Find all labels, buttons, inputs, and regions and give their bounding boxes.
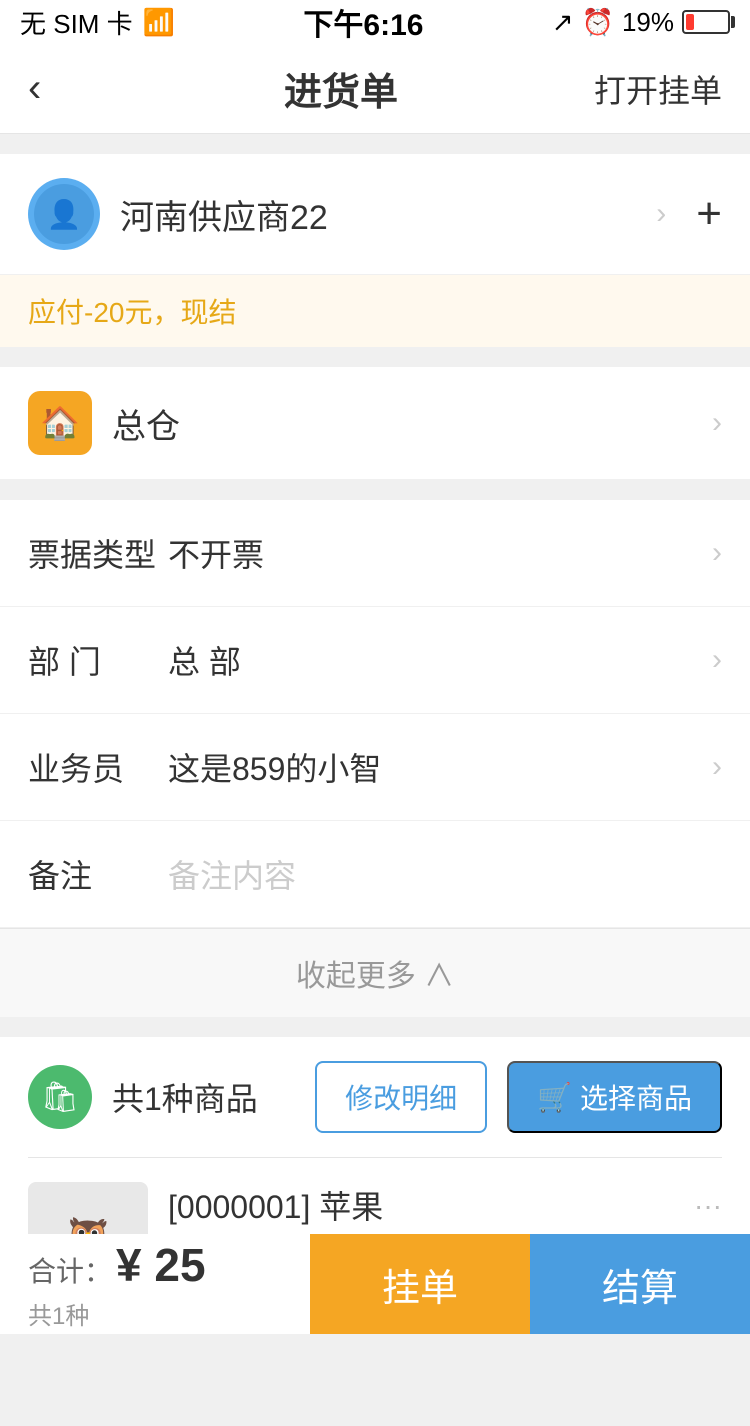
remark-row[interactable]: 备注 备注内容 bbox=[0, 821, 750, 928]
remark-label: 备注 bbox=[28, 851, 168, 897]
collapse-row[interactable]: 收起更多 ∧ bbox=[0, 928, 750, 1017]
notice-bar: 应付-20元，现结 bbox=[0, 275, 750, 347]
products-header: 🛍 共1种商品 修改明细 🛒 选择商品 bbox=[0, 1037, 750, 1157]
collapse-text: 收起更多 ∧ bbox=[296, 960, 454, 993]
status-left: 无 SIM 卡 📶 bbox=[20, 4, 175, 41]
total-info: 合计： ¥ 25 共1种 bbox=[0, 1238, 310, 1331]
battery-fill bbox=[686, 14, 694, 30]
alarm-icon: ⏰ bbox=[582, 7, 614, 38]
bottom-bar: 合计： ¥ 25 共1种 挂单 结算 bbox=[0, 1234, 750, 1334]
status-right: ↗ ⏰ 19% bbox=[552, 7, 730, 38]
location-icon: ↗ bbox=[552, 7, 574, 38]
select-product-label: 选择商品 bbox=[580, 1077, 692, 1117]
notice-text: 应付-20元，现结 bbox=[28, 297, 236, 328]
hold-button[interactable]: 挂单 bbox=[310, 1234, 530, 1334]
total-amount: ¥ 25 bbox=[116, 1238, 206, 1292]
select-icon: 🛒 bbox=[537, 1081, 572, 1114]
warehouse-row[interactable]: 🏠 总仓 › bbox=[0, 367, 750, 480]
department-chevron-icon: › bbox=[712, 643, 722, 677]
products-icon: 🛍 bbox=[28, 1065, 92, 1129]
select-product-button[interactable]: 🛒 选择商品 bbox=[507, 1061, 722, 1133]
department-value: 总 部 bbox=[168, 637, 712, 683]
salesperson-value: 这是859的小智 bbox=[168, 744, 712, 790]
invoice-type-label: 票据类型 bbox=[28, 530, 168, 576]
products-count: 共1种商品 bbox=[112, 1074, 295, 1120]
department-label: 部 门 bbox=[28, 637, 168, 683]
form-section: 票据类型 不开票 › 部 门 总 部 › 业务员 这是859的小智 › 备注 备… bbox=[0, 500, 750, 1017]
wifi-icon: 📶 bbox=[143, 7, 175, 38]
salesperson-row[interactable]: 业务员 这是859的小智 › bbox=[0, 714, 750, 821]
salesperson-label: 业务员 bbox=[28, 744, 168, 790]
divider-3 bbox=[0, 1017, 750, 1037]
invoice-type-chevron-icon: › bbox=[712, 536, 722, 570]
warehouse-section: 🏠 总仓 › bbox=[0, 367, 750, 480]
nav-bar: ‹ 进货单 打开挂单 bbox=[0, 44, 750, 134]
avatar-icon: 👤 bbox=[34, 184, 94, 244]
invoice-type-row[interactable]: 票据类型 不开票 › bbox=[0, 500, 750, 607]
status-time: 下午6:16 bbox=[303, 0, 423, 44]
product-name: [0000001] 苹果 bbox=[168, 1182, 674, 1228]
supplier-section: 👤 河南供应商22 › + 应付-20元，现结 bbox=[0, 154, 750, 347]
supplier-name: 河南供应商22 bbox=[120, 190, 656, 239]
warehouse-chevron-icon: › bbox=[712, 406, 722, 440]
checkout-button[interactable]: 结算 bbox=[530, 1234, 750, 1334]
back-button[interactable]: ‹ bbox=[28, 66, 88, 111]
product-more-button[interactable]: ··· bbox=[694, 1190, 722, 1222]
total-label: 合计： bbox=[28, 1250, 112, 1290]
remark-input[interactable]: 备注内容 bbox=[168, 851, 722, 897]
status-bar: 无 SIM 卡 📶 下午6:16 ↗ ⏰ 19% bbox=[0, 0, 750, 44]
warehouse-name: 总仓 bbox=[112, 399, 712, 448]
open-hold-button[interactable]: 打开挂单 bbox=[594, 66, 722, 112]
page-title: 进货单 bbox=[284, 61, 398, 116]
department-row[interactable]: 部 门 总 部 › bbox=[0, 607, 750, 714]
divider-2 bbox=[0, 480, 750, 500]
battery-percentage: 19% bbox=[622, 7, 674, 38]
supplier-avatar: 👤 bbox=[28, 178, 100, 250]
total-count: 共1种 bbox=[28, 1296, 282, 1331]
divider-1 bbox=[0, 347, 750, 367]
add-supplier-button[interactable]: + bbox=[696, 189, 722, 239]
supplier-row: 👤 河南供应商22 › + bbox=[0, 154, 750, 275]
salesperson-chevron-icon: › bbox=[712, 750, 722, 784]
bottom-spacer bbox=[0, 1326, 750, 1426]
carrier-label: 无 SIM 卡 bbox=[20, 4, 133, 41]
edit-detail-button[interactable]: 修改明细 bbox=[315, 1061, 487, 1133]
product-code: [0000001] bbox=[168, 1189, 310, 1225]
supplier-chevron-icon[interactable]: › bbox=[656, 197, 666, 231]
warehouse-icon: 🏠 bbox=[28, 391, 92, 455]
battery-indicator bbox=[682, 10, 730, 34]
top-divider bbox=[0, 134, 750, 154]
product-title: 苹果 bbox=[319, 1189, 383, 1225]
invoice-type-value: 不开票 bbox=[168, 530, 712, 576]
